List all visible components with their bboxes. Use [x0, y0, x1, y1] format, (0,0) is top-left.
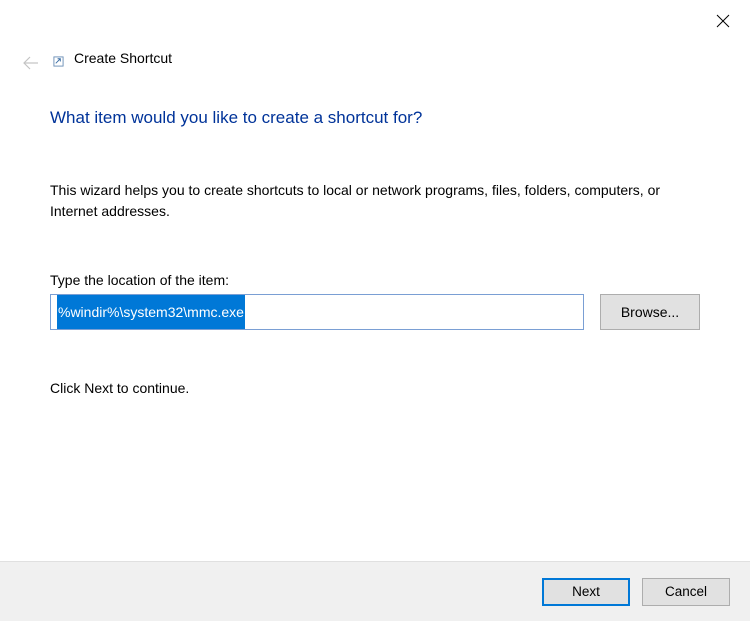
footer-bar: Next Cancel	[0, 561, 750, 621]
window-title: Create Shortcut	[74, 50, 172, 66]
continue-instruction: Click Next to continue.	[50, 380, 700, 396]
location-input-value: %windir%\system32\mmc.exe	[57, 295, 245, 329]
close-button[interactable]	[714, 12, 732, 30]
page-description: This wizard helps you to create shortcut…	[50, 180, 700, 222]
browse-button[interactable]: Browse...	[600, 294, 700, 330]
cancel-button[interactable]: Cancel	[642, 578, 730, 606]
back-arrow-icon	[21, 53, 41, 73]
shortcut-icon	[52, 55, 64, 67]
location-input[interactable]: %windir%\system32\mmc.exe	[50, 294, 584, 330]
back-button	[20, 52, 42, 74]
location-label: Type the location of the item:	[50, 272, 700, 288]
close-icon	[716, 14, 730, 28]
next-button[interactable]: Next	[542, 578, 630, 606]
page-heading: What item would you like to create a sho…	[50, 108, 700, 128]
